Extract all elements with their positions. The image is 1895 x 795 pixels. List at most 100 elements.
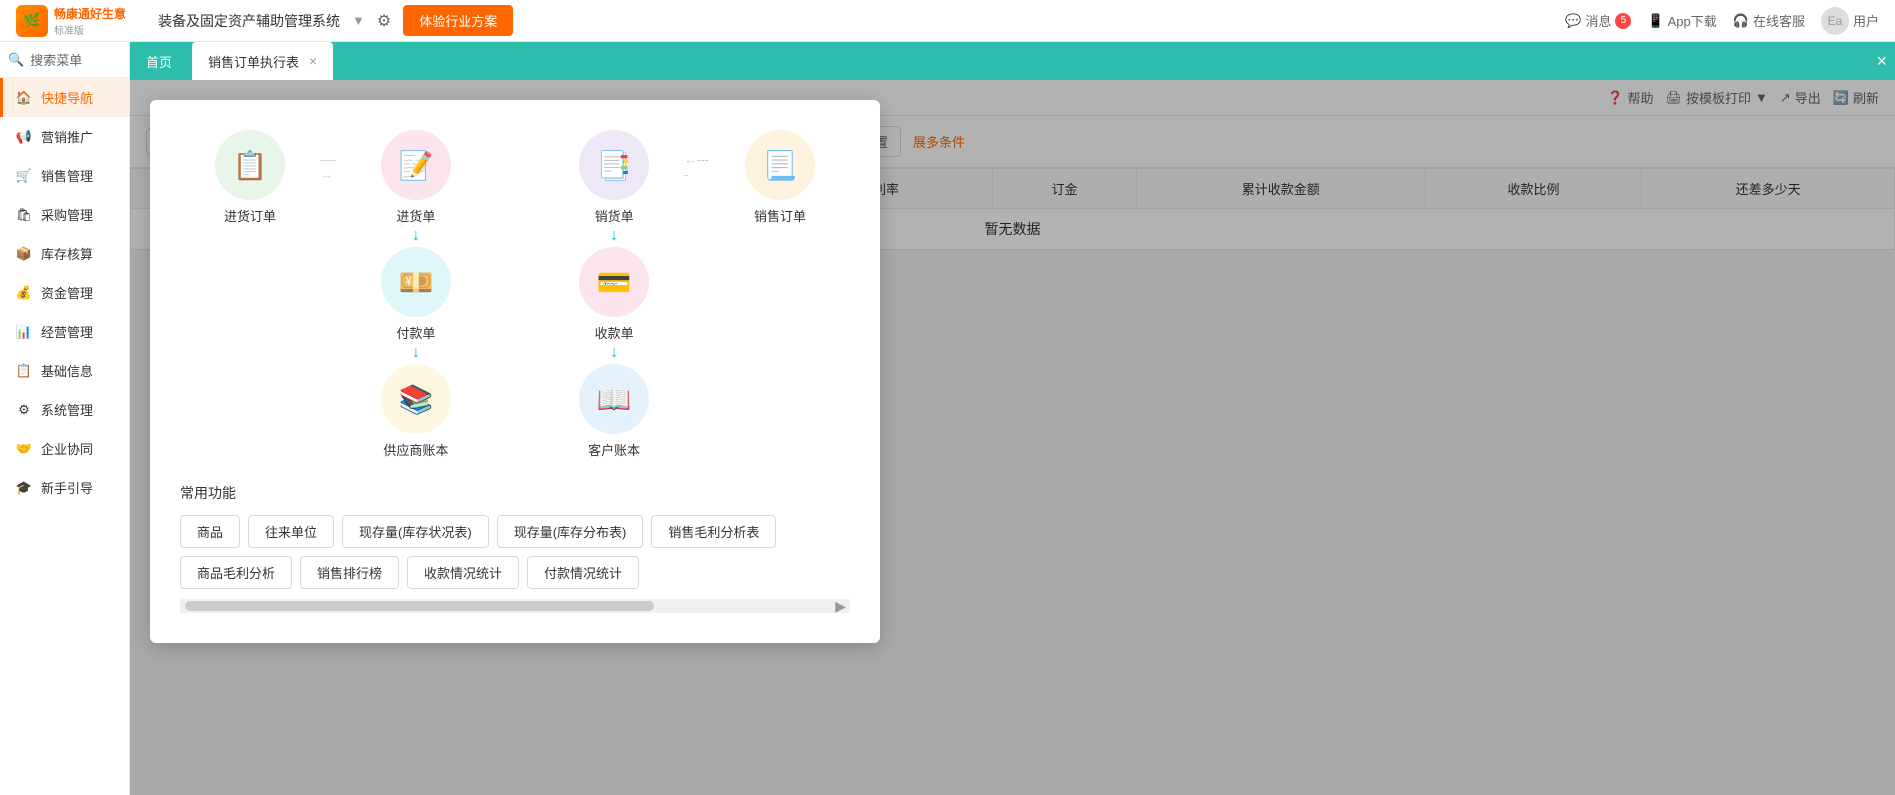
btn-stock-status[interactable]: 现存量(库存状况表) (342, 515, 489, 548)
btn-receipt-stats[interactable]: 收款情况统计 (407, 556, 519, 589)
common-buttons: 商品 往来单位 现存量(库存状况表) 现存量(库存分布表) 销售毛利分析表 商品… (180, 515, 850, 589)
sidebar-item-basic[interactable]: 📋 基础信息 (0, 351, 129, 390)
finance-label: 资金管理 (41, 283, 93, 302)
message-icon: 💬 (1565, 13, 1581, 29)
btn-sales-gross[interactable]: 销售毛利分析表 (651, 515, 776, 548)
inventory-icon: 📦 (15, 245, 33, 263)
popup-overlay: 📋 进货订单 - - - - → (130, 80, 1895, 795)
basic-icon: 📋 (15, 362, 33, 380)
settings-icon[interactable]: ⚙ (377, 11, 391, 31)
newbie-icon: 🎓 (15, 479, 33, 497)
inventory-label: 库存核算 (41, 244, 93, 263)
purchase-order-group: 📋 进货订单 (180, 130, 320, 225)
supplier-ledger-icon: 📚 (381, 364, 451, 434)
sidebar-item-operations[interactable]: 📊 经营管理 (0, 312, 129, 351)
sales-order-tab-label: 销售订单执行表 (208, 52, 299, 71)
sidebar-item-system[interactable]: ⚙ 系统管理 (0, 390, 129, 429)
operations-icon: 📊 (15, 323, 33, 341)
dropdown-icon[interactable]: ▼ (352, 13, 365, 28)
app-icon: 📱 (1647, 13, 1663, 29)
brand-logo: 🌿 (16, 5, 48, 37)
marketing-icon: 📢 (15, 128, 33, 146)
sidebar-item-inventory[interactable]: 📦 库存核算 (0, 234, 129, 273)
brand-sub: 标准版 (54, 22, 126, 37)
top-bar-left: 🌿 畅康通好生意 标准版 装备及固定资产辅助管理系统 ▼ ⚙ 体验行业方案 (16, 5, 513, 37)
receipt-icon: 💳 (579, 247, 649, 317)
home-tab-label: 首页 (146, 52, 172, 71)
tab-close-button[interactable]: × (309, 53, 317, 69)
marketing-label: 营销推广 (41, 127, 93, 146)
popup-box: 📋 进货订单 - - - - → (150, 100, 880, 643)
scroll-bar-area[interactable]: ▶ (180, 599, 850, 613)
sidebar-item-enterprise[interactable]: 🤝 企业协同 (0, 429, 129, 468)
sidebar-item-purchase[interactable]: 🛍 采购管理 (0, 195, 129, 234)
sidebar-search[interactable]: 🔍 搜索菜单 (0, 42, 129, 78)
sales-bill-icon: 📑 (579, 130, 649, 200)
btn-counterpart[interactable]: 往来单位 (248, 515, 334, 548)
sales-bill-group: 📑 销货单 ↓ 💳 收款单 ↓ (544, 130, 684, 459)
payment-label: 付款单 (396, 323, 435, 342)
purchase-bill-group: 📝 进货单 ↓ 💴 付款单 ↓ (346, 130, 486, 459)
customer-ledger-icon: 📖 (579, 364, 649, 434)
enterprise-label: 企业协同 (41, 439, 93, 458)
sales-bill-node[interactable]: 📑 销货单 (544, 130, 684, 225)
quick-nav-icon: 🏠 (15, 89, 33, 107)
purchase-order-label: 进货订单 (224, 206, 276, 225)
sales-order-icon: 📃 (745, 130, 815, 200)
content-area: ❓ 帮助 🖨 按模板打印 ▼ ↗ 导出 🔄 刷新 (130, 80, 1895, 795)
scroll-right-arrow[interactable]: ▶ (835, 598, 846, 615)
online-service-item[interactable]: 🎧 在线客服 (1733, 11, 1805, 30)
message-item[interactable]: 💬 消息 5 (1565, 11, 1631, 30)
btn-goods[interactable]: 商品 (180, 515, 240, 548)
message-badge: 5 (1615, 13, 1631, 29)
purchase-order-node[interactable]: 📋 进货订单 (180, 130, 320, 225)
receipt-node[interactable]: 💳 收款单 (544, 247, 684, 342)
arrow-down-3: ↓ (412, 344, 420, 362)
purchase-label: 采购管理 (41, 205, 93, 224)
search-icon: 🔍 (8, 52, 24, 68)
btn-payment-stats[interactable]: 付款情况统计 (527, 556, 639, 589)
payment-node[interactable]: 💴 付款单 (346, 247, 486, 342)
newbie-label: 新手引导 (41, 478, 93, 497)
purchase-order-icon: 📋 (215, 130, 285, 200)
service-icon: 🎧 (1733, 13, 1749, 29)
sidebar-item-newbie[interactable]: 🎓 新手引导 (0, 468, 129, 507)
sales-bill-label: 销货单 (595, 206, 634, 225)
btn-goods-gross[interactable]: 商品毛利分析 (180, 556, 292, 589)
quick-nav-label: 快捷导航 (41, 88, 93, 107)
purchase-bill-node[interactable]: 📝 进货单 (346, 130, 486, 225)
sidebar-item-marketing[interactable]: 📢 营销推广 (0, 117, 129, 156)
top-bar: 🌿 畅康通好生意 标准版 装备及固定资产辅助管理系统 ▼ ⚙ 体验行业方案 💬 … (0, 0, 1895, 42)
main-content: 首页 销售订单执行表 × × ❓ 帮助 🖨 (130, 42, 1895, 795)
purchase-bill-label: 进货单 (396, 206, 435, 225)
sidebar-item-quick-nav[interactable]: 🏠 快捷导航 (0, 78, 129, 117)
tab-bar: 首页 销售订单执行表 × × (130, 42, 1895, 80)
operations-label: 经营管理 (41, 322, 93, 341)
app-download-item[interactable]: 📱 App下载 (1647, 11, 1716, 30)
supplier-ledger-node[interactable]: 📚 供应商账本 (346, 364, 486, 459)
purchase-icon: 🛍 (15, 206, 33, 224)
arrow-down-2: ↓ (610, 227, 618, 245)
brand-name: 畅康通好生意 (54, 5, 126, 22)
brand-text: 畅康通好生意 标准版 (54, 5, 126, 37)
supplier-ledger-label: 供应商账本 (383, 440, 448, 459)
scroll-bar-thumb (185, 601, 654, 611)
common-section: 常用功能 商品 往来单位 现存量(库存状况表) 现存量(库存分布表) 销售毛利分… (180, 483, 850, 589)
app-download-label: App下载 (1668, 11, 1717, 30)
btn-sales-rank[interactable]: 销售排行榜 (300, 556, 399, 589)
window-close-button[interactable]: × (1876, 51, 1887, 72)
user-item[interactable]: Ea 用户 (1821, 7, 1879, 35)
flow-row-1: 📋 进货订单 - - - - → (180, 130, 850, 459)
btn-stock-dist[interactable]: 现存量(库存分布表) (497, 515, 644, 548)
customer-ledger-node[interactable]: 📖 客户账本 (544, 364, 684, 459)
tab-home[interactable]: 首页 (130, 42, 188, 80)
sidebar-item-sales[interactable]: 🛒 销售管理 (0, 156, 129, 195)
flow-section: 📋 进货订单 - - - - → (180, 130, 850, 459)
purchase-bill-icon: 📝 (381, 130, 451, 200)
try-button[interactable]: 体验行业方案 (403, 5, 513, 36)
tab-sales-order[interactable]: 销售订单执行表 × (192, 42, 333, 80)
enterprise-icon: 🤝 (15, 440, 33, 458)
sidebar-item-finance[interactable]: 💰 资金管理 (0, 273, 129, 312)
system-label: 系统管理 (41, 400, 93, 419)
sales-order-node[interactable]: 📃 销售订单 (710, 130, 850, 225)
